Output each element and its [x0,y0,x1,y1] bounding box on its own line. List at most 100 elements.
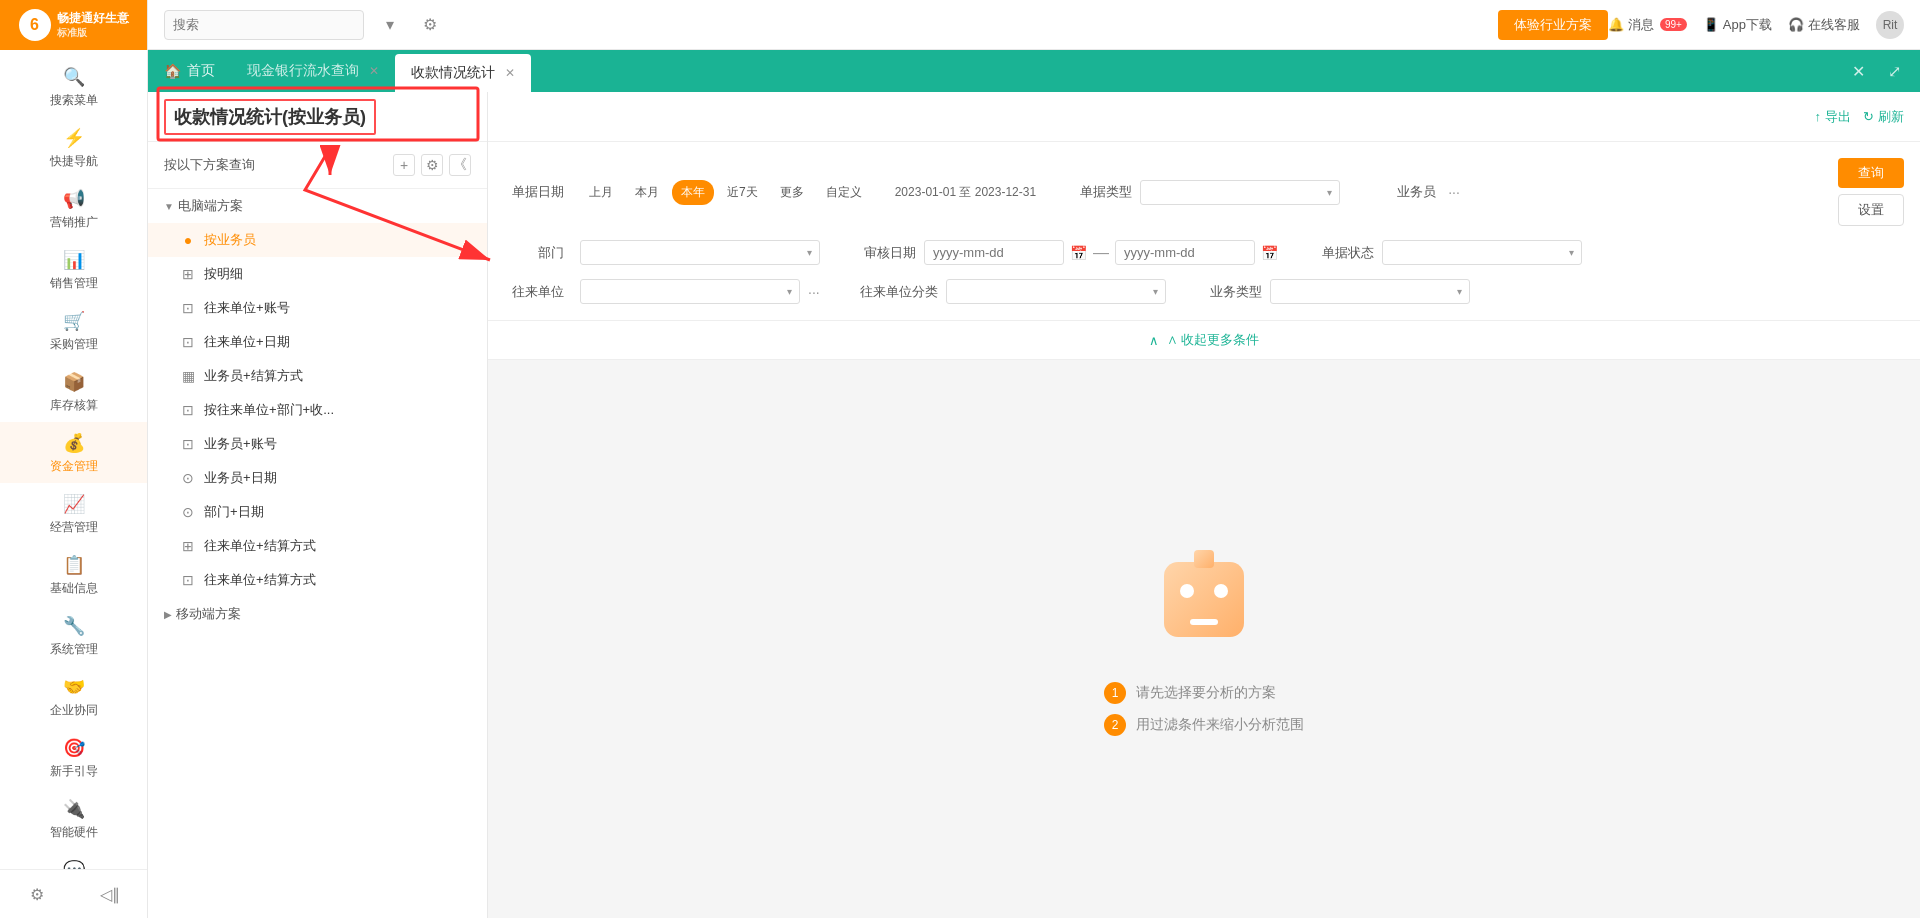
partner-category-label: 往来单位分类 [860,283,938,301]
sidebar-bottom: ⚙ ◁∥ [0,869,147,918]
sidebar-item-guide[interactable]: 🎯 新手引导 [0,727,147,788]
finance-icon: 💰 [63,432,85,454]
collapse-bar[interactable]: ∧ ∧ 收起更多条件 [488,321,1920,360]
step-num-1: 1 [1104,682,1126,704]
sidebar-item-enterprise[interactable]: 🤝 企业协同 [0,666,147,727]
doc-type-select[interactable] [1140,180,1340,205]
download-icon: 📱 [1703,17,1719,32]
inventory-icon: 📦 [63,371,85,393]
sidebar-item-basic-info[interactable]: 📋 基础信息 [0,544,147,605]
scheme-item-dept-date[interactable]: ⊙ 部门+日期 [148,495,487,529]
scheme-item-by-detail[interactable]: ⊞ 按明细 [148,257,487,291]
sidebar-nav: 🔍 搜索菜单 ⚡ 快捷导航 📢 营销推广 📊 销售管理 🛒 采购管理 📦 库存核… [0,50,147,869]
scheme-settings-btn[interactable]: ⚙ [421,154,443,176]
export-btn[interactable]: ↑ 导出 [1815,108,1852,126]
sidebar-item-operations[interactable]: 📈 经营管理 [0,483,147,544]
tab-close-all-btn[interactable]: ✕ [1844,57,1872,85]
date-tab-custom[interactable]: 自定义 [817,180,871,205]
scheme-item-icon-5: ⊡ [180,402,196,418]
online-service-btn[interactable]: 🎧 在线客服 [1788,16,1860,34]
marketing-icon: 📢 [63,188,85,210]
basic-info-icon: 📋 [63,554,85,576]
tab-maximize-btn[interactable]: ⤢ [1880,57,1908,85]
scheme-item-partner-account[interactable]: ⊡ 往来单位+账号 [148,291,487,325]
notification-btn[interactable]: 🔔 消息 99+ [1608,16,1687,34]
scheme-add-btn[interactable]: + [393,154,415,176]
sidebar-item-inventory[interactable]: 📦 库存核算 [0,361,147,422]
empty-state: 1 请先选择要分析的方案 2 用过滤条件来缩小分析范围 [488,360,1920,918]
sidebar-item-sales[interactable]: 📊 销售管理 [0,239,147,300]
scheme-item-icon-4: ▦ [180,368,196,384]
partner-category-select[interactable] [946,279,1166,304]
partner-label: 往来单位 [504,283,564,301]
inventory-label: 库存核算 [50,397,98,414]
scheme-item-partner-dept[interactable]: ⊡ 按往来单位+部门+收... [148,393,487,427]
date-tab-last-month[interactable]: 上月 [580,180,622,205]
user-avatar-btn[interactable]: Rit [1876,11,1904,39]
salesperson-dots-btn[interactable]: ··· [1444,184,1464,200]
review-date-end[interactable] [1115,240,1255,265]
topbar-gear-btn[interactable]: ⚙ [416,11,444,39]
biz-type-select[interactable] [1270,279,1470,304]
date-tab-this-month[interactable]: 本月 [626,180,668,205]
smart-hw-icon: 🔌 [63,798,85,820]
sidebar-item-search-menu[interactable]: 🔍 搜索菜单 [0,56,147,117]
tab-bank-flow-close[interactable]: ✕ [369,64,379,78]
sidebar-settings-btn[interactable]: ⚙ [21,878,53,910]
system-label: 系统管理 [50,641,98,658]
partner-dots-btn[interactable]: ··· [804,284,824,300]
tab-collection-stats-close[interactable]: ✕ [505,66,515,80]
tab-home[interactable]: 🏠 首页 [148,50,231,92]
topbar-dropdown-btn[interactable]: ▾ [376,11,404,39]
query-btn[interactable]: 查询 [1838,158,1904,188]
doc-type-select-wrap: ▾ [1140,180,1340,205]
page-title-bar: 收款情况统计(按业务员) [148,92,487,142]
review-date-start[interactable] [924,240,1064,265]
operations-icon: 📈 [63,493,85,515]
bell-icon: 🔔 [1608,17,1624,32]
scheme-item-by-salesperson[interactable]: ● 按业务员 [148,223,487,257]
sidebar-item-finance[interactable]: 💰 资金管理 [0,422,147,483]
sidebar-item-smart-hw[interactable]: 🔌 智能硬件 [0,788,147,849]
scheme-group-mobile-title[interactable]: ▶ 移动端方案 [148,597,487,631]
logo-text: 畅捷通好生意 标准版 [57,11,129,40]
filter-settings-btn[interactable]: 设置 [1838,194,1904,226]
scheme-item-salesperson-date[interactable]: ⊙ 业务员+日期 [148,461,487,495]
scheme-item-partner-settlement2[interactable]: ⊡ 往来单位+结算方式 [148,563,487,597]
scheme-item-salesperson-account[interactable]: ⊡ 业务员+账号 [148,427,487,461]
scheme-collapse-btn[interactable]: 《 [449,154,471,176]
date-label: 单据日期 [504,183,564,201]
scheme-group-desktop-title[interactable]: ▼ 电脑端方案 [148,189,487,223]
scheme-group-mobile: ▶ 移动端方案 [148,597,487,631]
scheme-item-partner-settlement[interactable]: ⊞ 往来单位+结算方式 [148,529,487,563]
date-range-value: 2023-01-01 至 2023-12-31 [895,184,1036,201]
scheme-item-partner-date[interactable]: ⊡ 往来单位+日期 [148,325,487,359]
sidebar-item-quick-nav[interactable]: ⚡ 快捷导航 [0,117,147,178]
action-btn-group: 查询 设置 [1838,158,1904,226]
tab-collection-stats[interactable]: 收款情况统计 ✕ [395,54,531,92]
topbar-search-input[interactable] [164,10,364,40]
tab-bank-flow[interactable]: 现金银行流水查询 ✕ [231,50,395,92]
page-title: 收款情况统计(按业务员) [164,99,376,135]
app-download-btn[interactable]: 📱 App下载 [1703,16,1772,34]
review-date-end-calendar-icon[interactable]: 📅 [1261,245,1278,261]
tabbar-controls: ✕ ⤢ [1844,57,1920,85]
review-date-start-calendar-icon[interactable]: 📅 [1070,245,1087,261]
date-tab-last7[interactable]: 近7天 [718,180,767,205]
sidebar-collapse-btn[interactable]: ◁∥ [94,878,126,910]
partner-select[interactable] [580,279,800,304]
sidebar-item-system[interactable]: 🔧 系统管理 [0,605,147,666]
collapse-chevron-icon: ∧ [1149,333,1159,348]
sidebar-item-marketing[interactable]: 📢 营销推广 [0,178,147,239]
trial-btn[interactable]: 体验行业方案 [1498,10,1608,40]
date-tab-this-year[interactable]: 本年 [672,180,714,205]
sidebar-item-purchase[interactable]: 🛒 采购管理 [0,300,147,361]
refresh-btn[interactable]: ↻ 刷新 [1863,108,1904,126]
date-tab-more[interactable]: 更多 [771,180,813,205]
sidebar-item-wechat[interactable]: 💬 企业微信 [0,849,147,869]
scheme-item-salesperson-settlement[interactable]: ▦ 业务员+结算方式 [148,359,487,393]
scheme-item-icon-0: ● [180,232,196,248]
enterprise-icon: 🤝 [63,676,85,698]
doc-status-select[interactable] [1382,240,1582,265]
dept-select[interactable] [580,240,820,265]
